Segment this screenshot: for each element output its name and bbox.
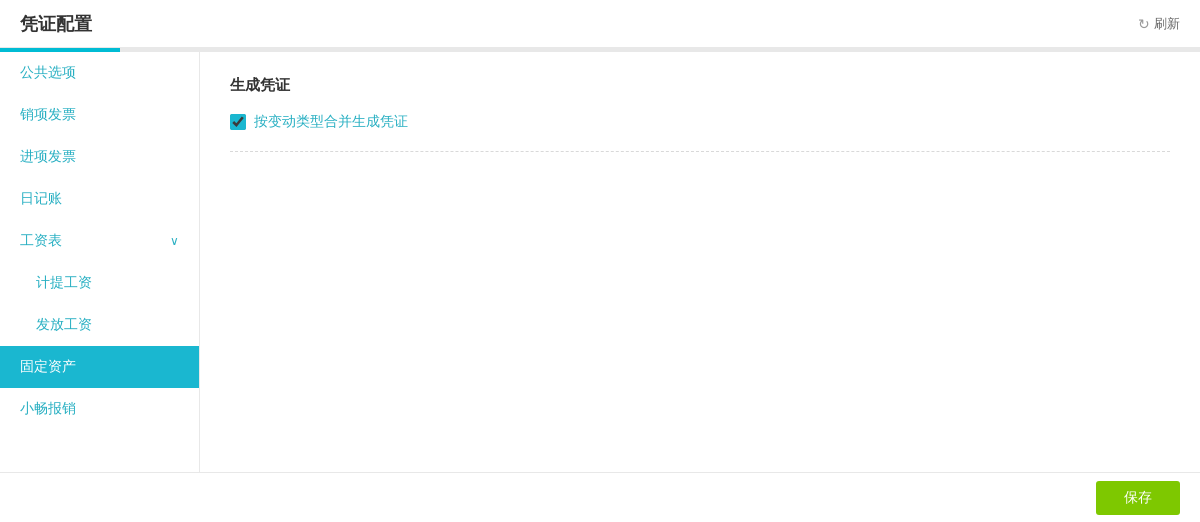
sidebar-item-pay-salary[interactable]: 发放工资 [0, 304, 199, 346]
sidebar-item-public[interactable]: 公共选项 [0, 52, 199, 94]
sidebar-item-label: 工资表 [20, 232, 62, 250]
merge-checkbox[interactable] [230, 114, 246, 130]
checkbox-row: 按变动类型合并生成凭证 [230, 113, 1170, 131]
sidebar-item-label: 固定资产 [20, 358, 76, 376]
refresh-icon: ↻ [1138, 16, 1150, 32]
top-tab-bar [0, 48, 1200, 52]
sidebar-item-label: 发放工资 [36, 316, 92, 334]
sidebar-item-label: 销项发票 [20, 106, 76, 124]
checkbox-label[interactable]: 按变动类型合并生成凭证 [254, 113, 408, 131]
section-title: 生成凭证 [230, 76, 1170, 95]
divider [230, 151, 1170, 152]
bottom-bar: 保存 [0, 472, 1200, 522]
sidebar-item-commission[interactable]: 计提工资 [0, 262, 199, 304]
save-button[interactable]: 保存 [1096, 481, 1180, 515]
refresh-button[interactable]: ↻ 刷新 [1138, 15, 1180, 33]
page-title: 凭证配置 [20, 12, 92, 36]
sidebar-item-fixed-assets[interactable]: 固定资产 [0, 346, 199, 388]
sidebar-item-label: 日记账 [20, 190, 62, 208]
sidebar-item-label: 计提工资 [36, 274, 92, 292]
sidebar-item-label: 小畅报销 [20, 400, 76, 418]
chevron-down-icon: ∨ [170, 234, 179, 248]
sidebar-item-journal[interactable]: 日记账 [0, 178, 199, 220]
sidebar-item-label: 进项发票 [20, 148, 76, 166]
sidebar-item-expense[interactable]: 小畅报销 [0, 388, 199, 430]
sidebar-item-payroll[interactable]: 工资表 ∨ [0, 220, 199, 262]
header: 凭证配置 ↻ 刷新 [0, 0, 1200, 48]
sidebar: 公共选项销项发票进项发票日记账工资表 ∨ 计提工资发放工资固定资产小畅报销 [0, 52, 200, 472]
main-container: 公共选项销项发票进项发票日记账工资表 ∨ 计提工资发放工资固定资产小畅报销 生成凭证… [0, 52, 1200, 472]
refresh-label: 刷新 [1154, 15, 1180, 33]
top-tab-active-indicator [0, 48, 120, 52]
content-area: 生成凭证 按变动类型合并生成凭证 [200, 52, 1200, 472]
sidebar-item-label: 公共选项 [20, 64, 76, 82]
sidebar-item-purchase-invoice[interactable]: 进项发票 [0, 136, 199, 178]
sidebar-item-sales-invoice[interactable]: 销项发票 [0, 94, 199, 136]
